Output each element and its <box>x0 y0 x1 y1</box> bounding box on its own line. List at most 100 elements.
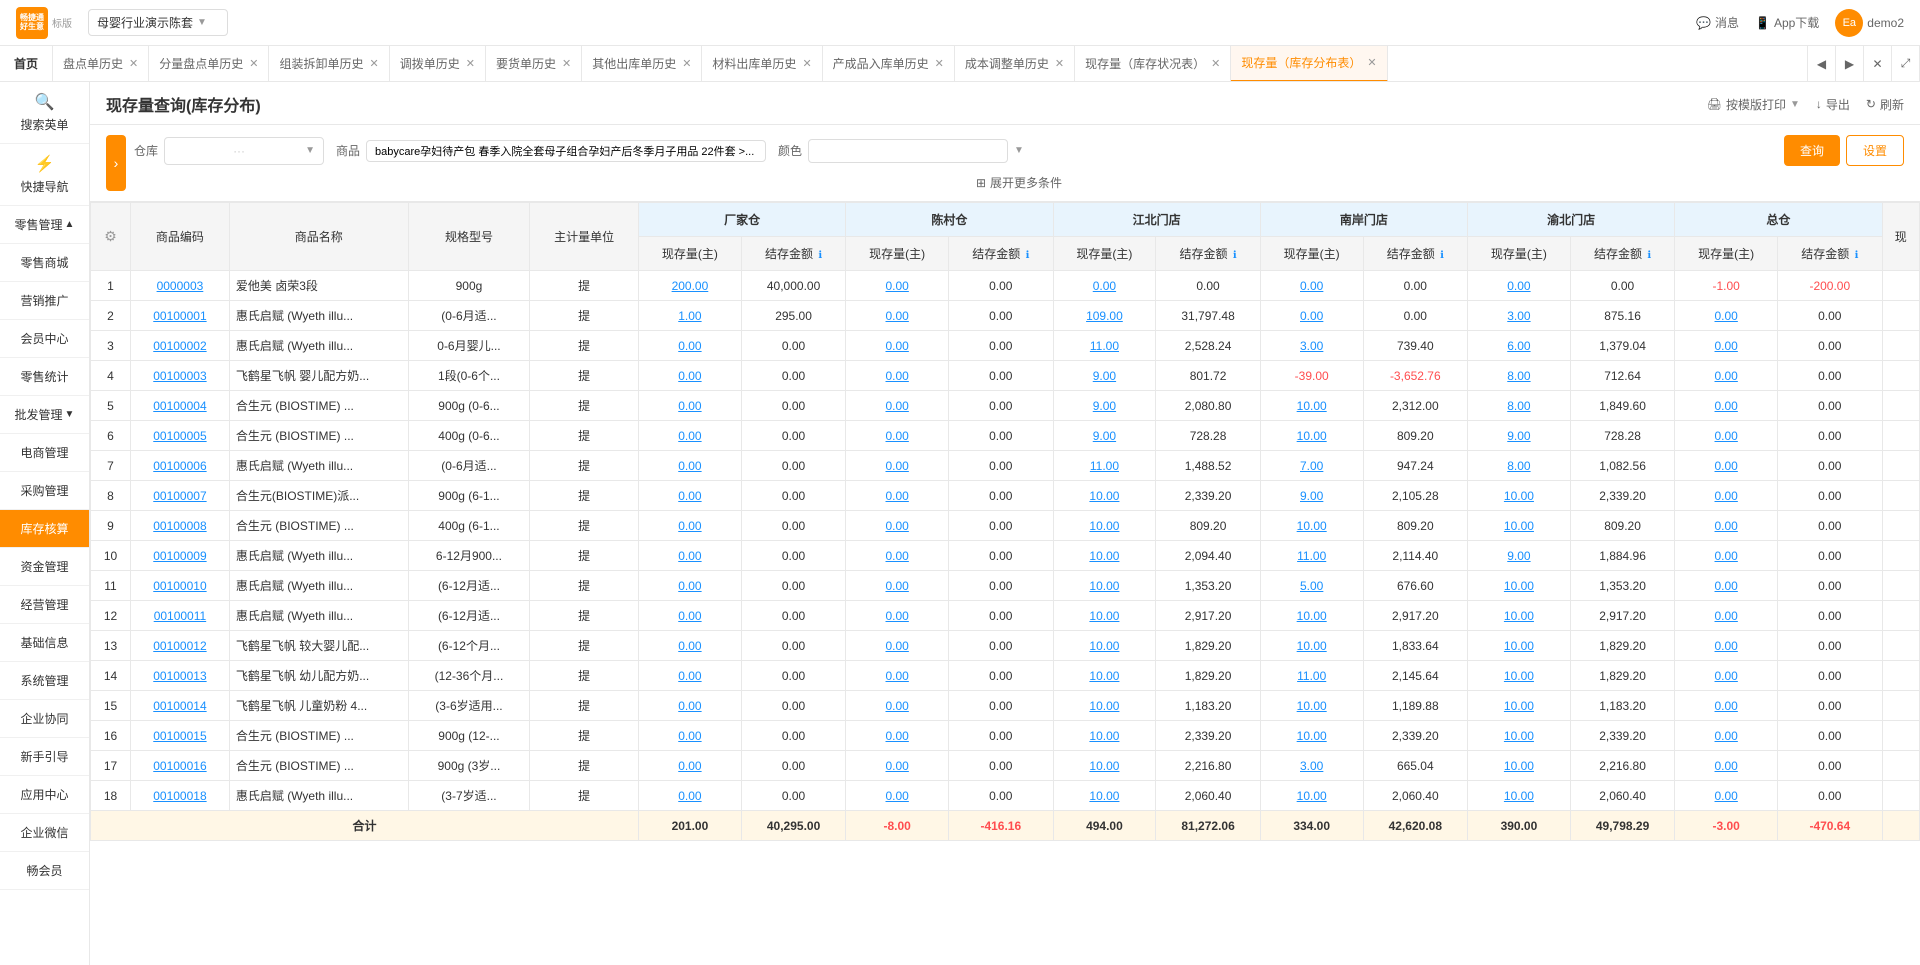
qty-value[interactable]: 0.00 <box>678 369 701 383</box>
tab-other-out[interactable]: 其他出库单历史 ✕ <box>582 46 702 82</box>
tab-requisition[interactable]: 要货单历史 ✕ <box>486 46 582 82</box>
qty-value[interactable]: 0.00 <box>678 639 701 653</box>
qty-value[interactable]: 0.00 <box>886 609 909 623</box>
qty-value[interactable]: 10.00 <box>1297 639 1327 653</box>
qty-value[interactable]: 10.00 <box>1297 729 1327 743</box>
qty-value[interactable]: 9.00 <box>1300 489 1323 503</box>
qty-value[interactable]: 7.00 <box>1300 459 1323 473</box>
qty-value[interactable]: 0.00 <box>1715 789 1738 803</box>
qty-value[interactable]: 0.00 <box>886 489 909 503</box>
qty-value[interactable]: 0.00 <box>678 429 701 443</box>
qty-value[interactable]: 0.00 <box>1300 279 1323 293</box>
app-download-button[interactable]: 📱 App下载 <box>1755 14 1819 31</box>
sidebar-item-system[interactable]: 系统管理 <box>0 662 89 700</box>
qty-value[interactable]: 0.00 <box>1715 639 1738 653</box>
tab-close-all-button[interactable]: ✕ <box>1864 46 1892 82</box>
qty-value[interactable]: 10.00 <box>1089 609 1119 623</box>
qty-value[interactable]: 0.00 <box>1715 699 1738 713</box>
product-code-link[interactable]: 00100009 <box>153 549 206 563</box>
qty-value[interactable]: 0.00 <box>1715 759 1738 773</box>
message-button[interactable]: 💬 消息 <box>1696 14 1739 31</box>
qty-value[interactable]: 10.00 <box>1297 399 1327 413</box>
qty-value[interactable]: -1.00 <box>1713 279 1740 293</box>
sidebar-item-quicknav[interactable]: ⚡ 快捷导航 <box>0 144 89 206</box>
qty-value[interactable]: 10.00 <box>1297 429 1327 443</box>
qty-value[interactable]: 10.00 <box>1297 519 1327 533</box>
industry-selector[interactable]: 母婴行业演示陈套 ▼ <box>88 9 228 36</box>
tab-expand-button[interactable]: ⤢ <box>1892 46 1920 82</box>
qty-value[interactable]: 9.00 <box>1093 429 1116 443</box>
qty-value[interactable]: 10.00 <box>1089 759 1119 773</box>
qty-value[interactable]: 0.00 <box>886 789 909 803</box>
qty-value[interactable]: 0.00 <box>678 519 701 533</box>
qty-value[interactable]: 9.00 <box>1093 369 1116 383</box>
tab-close-icon[interactable]: ✕ <box>562 57 571 70</box>
th-settings[interactable]: ⚙ <box>91 203 131 271</box>
refresh-button[interactable]: ↻ 刷新 <box>1866 96 1904 113</box>
product-code-link[interactable]: 00100007 <box>153 489 206 503</box>
sidebar-item-purchase[interactable]: 采购管理 <box>0 472 89 510</box>
qty-value[interactable]: 10.00 <box>1504 729 1534 743</box>
product-code-link[interactable]: 00100001 <box>153 309 206 323</box>
qty-value[interactable]: 9.00 <box>1507 429 1530 443</box>
color-input[interactable] <box>808 139 1008 163</box>
qty-value[interactable]: 10.00 <box>1504 759 1534 773</box>
qty-value[interactable]: 0.00 <box>1715 369 1738 383</box>
qty-value[interactable]: 10.00 <box>1089 489 1119 503</box>
qty-value[interactable]: 0.00 <box>678 609 701 623</box>
product-code-link[interactable]: 00100008 <box>153 519 206 533</box>
qty-value[interactable]: 10.00 <box>1504 789 1534 803</box>
qty-value[interactable]: 0.00 <box>1300 309 1323 323</box>
qty-value[interactable]: 10.00 <box>1504 489 1534 503</box>
tab-cost-adjust[interactable]: 成本调整单历史 ✕ <box>955 46 1075 82</box>
sidebar-item-finance[interactable]: 资金管理 <box>0 548 89 586</box>
qty-value[interactable]: 0.00 <box>886 369 909 383</box>
qty-value[interactable]: 8.00 <box>1507 369 1530 383</box>
tab-inventory-count[interactable]: 盘点单历史 ✕ <box>53 46 149 82</box>
qty-value[interactable]: 3.00 <box>1300 759 1323 773</box>
qty-value[interactable]: 9.00 <box>1093 399 1116 413</box>
qty-value[interactable]: 3.00 <box>1507 309 1530 323</box>
qty-value[interactable]: 0.00 <box>678 759 701 773</box>
sidebar-item-vip[interactable]: 畅会员 <box>0 852 89 890</box>
product-code-link[interactable]: 00100005 <box>153 429 206 443</box>
qty-value[interactable]: 0.00 <box>678 669 701 683</box>
tab-close-icon[interactable]: ✕ <box>129 57 138 70</box>
qty-value[interactable]: 0.00 <box>886 549 909 563</box>
qty-value[interactable]: 0.00 <box>1715 549 1738 563</box>
sidebar-item-inventory[interactable]: 库存核算 <box>0 510 89 548</box>
product-code-link[interactable]: 00100011 <box>154 609 207 623</box>
qty-value[interactable]: 3.00 <box>1300 339 1323 353</box>
sidebar-item-marketing[interactable]: 营销推广 <box>0 282 89 320</box>
qty-value[interactable]: 0.00 <box>1715 609 1738 623</box>
qty-value[interactable]: 1.00 <box>678 309 701 323</box>
qty-value[interactable]: 0.00 <box>678 459 701 473</box>
tab-close-icon[interactable]: ✕ <box>1211 57 1220 70</box>
sidebar-item-enterprise[interactable]: 企业协同 <box>0 700 89 738</box>
qty-value[interactable]: 10.00 <box>1089 579 1119 593</box>
qty-value[interactable]: 0.00 <box>886 339 909 353</box>
sidebar-item-guide[interactable]: 新手引导 <box>0 738 89 776</box>
product-code-link[interactable]: 00100016 <box>153 759 206 773</box>
product-code-link[interactable]: 00100003 <box>153 369 206 383</box>
qty-value[interactable]: 0.00 <box>678 489 701 503</box>
filter-expand-more[interactable]: ⊞ 展开更多条件 <box>134 174 1904 191</box>
qty-value[interactable]: 0.00 <box>1715 399 1738 413</box>
qty-value[interactable]: 0.00 <box>1715 339 1738 353</box>
sidebar-item-operations[interactable]: 经营管理 <box>0 586 89 624</box>
qty-value[interactable]: 0.00 <box>678 339 701 353</box>
sidebar-item-search[interactable]: 🔍 搜索英单 <box>0 82 89 144</box>
qty-value[interactable]: 0.00 <box>1715 459 1738 473</box>
product-code-link[interactable]: 00100012 <box>153 639 206 653</box>
tab-close-icon[interactable]: ✕ <box>1367 56 1376 69</box>
qty-value[interactable]: 11.00 <box>1297 669 1326 683</box>
qty-value[interactable]: 8.00 <box>1507 459 1530 473</box>
tab-combo-disassemble[interactable]: 组装拆卸单历史 ✕ <box>269 46 389 82</box>
qty-value[interactable]: 10.00 <box>1504 639 1534 653</box>
qty-value[interactable]: 10.00 <box>1297 609 1327 623</box>
qty-value[interactable]: 0.00 <box>886 459 909 473</box>
qty-value[interactable]: 0.00 <box>678 579 701 593</box>
qty-value[interactable]: 0.00 <box>1715 579 1738 593</box>
qty-value[interactable]: 10.00 <box>1504 669 1534 683</box>
product-code-link[interactable]: 00100013 <box>153 669 206 683</box>
